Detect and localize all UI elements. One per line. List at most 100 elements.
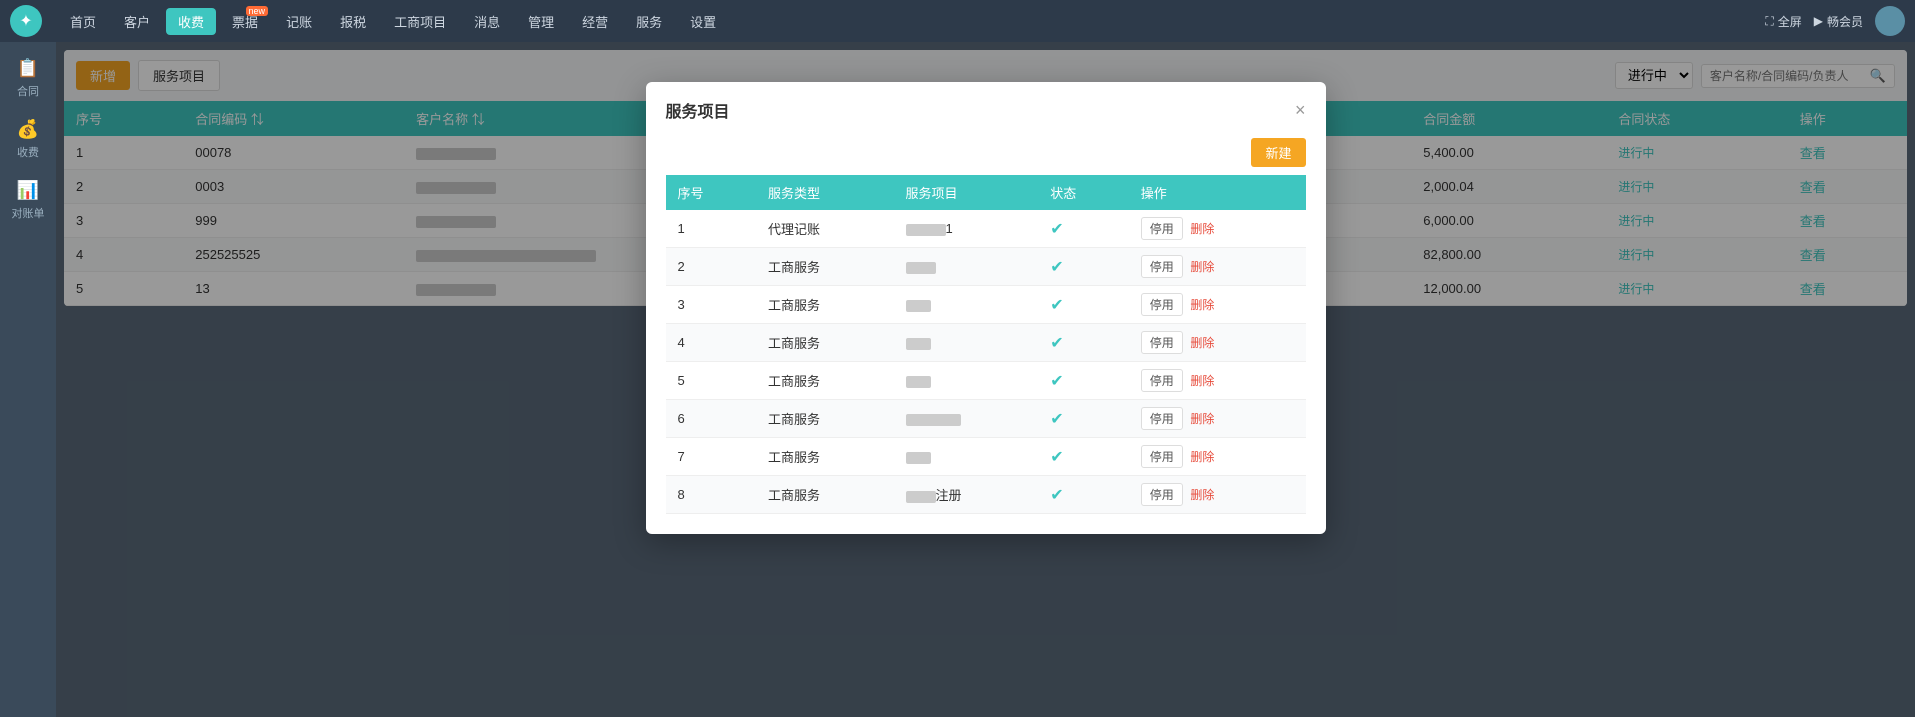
- modal-overlay: 服务项目 × 新建 序号 服务类型 服务项目 状态: [56, 42, 1915, 717]
- modal-new-button[interactable]: 新建: [1251, 138, 1305, 167]
- modal-cell-status: ✔: [1038, 438, 1128, 476]
- delete-button[interactable]: 删除: [1190, 374, 1214, 388]
- sidebar-item-fee[interactable]: 💰 收费: [0, 111, 56, 168]
- nav-item-bill[interactable]: 票据 new: [220, 8, 270, 35]
- modal-header: 服务项目 ×: [646, 82, 1326, 130]
- nav-item-home[interactable]: 首页: [58, 8, 108, 35]
- stop-button[interactable]: 停用: [1141, 445, 1183, 468]
- video-icon: ▶: [1814, 14, 1823, 28]
- stop-button[interactable]: 停用: [1141, 255, 1183, 278]
- contract-icon: 📋: [17, 58, 39, 79]
- nav-item-fee[interactable]: 收费: [166, 8, 216, 35]
- modal-body[interactable]: 序号 服务类型 服务项目 状态 操作 1 代理记账 1 ✔ 停用 删除: [646, 175, 1326, 534]
- nav-item-operation[interactable]: 经营: [570, 8, 620, 35]
- stop-button[interactable]: 停用: [1141, 407, 1183, 430]
- modal-cell-actions[interactable]: 停用 删除: [1129, 248, 1306, 286]
- modal-cell-type: 工商服务: [756, 476, 894, 514]
- sidebar-item-reconcile[interactable]: 📊 对账单: [0, 172, 56, 229]
- app-logo: ✦: [10, 5, 42, 37]
- modal-cell-item: 注册: [894, 476, 1039, 514]
- modal-close-button[interactable]: ×: [1295, 101, 1306, 119]
- modal-cell-status: ✔: [1038, 286, 1128, 324]
- modal-cell-type: 工商服务: [756, 324, 894, 362]
- service-modal: 服务项目 × 新建 序号 服务类型 服务项目 状态: [646, 82, 1326, 534]
- list-item: 4 工商服务 ✔ 停用 删除: [666, 324, 1306, 362]
- nav-item-service[interactable]: 服务: [624, 8, 674, 35]
- modal-cell-status: ✔: [1038, 476, 1128, 514]
- list-item: 6 工商服务 ✔ 停用 删除: [666, 400, 1306, 438]
- sidebar-item-label: 收费: [17, 144, 39, 160]
- modal-col-seq: 序号: [666, 175, 756, 210]
- delete-button[interactable]: 删除: [1190, 412, 1214, 426]
- delete-button[interactable]: 删除: [1190, 298, 1214, 312]
- modal-cell-type: 工商服务: [756, 438, 894, 476]
- modal-cell-actions[interactable]: 停用 删除: [1129, 438, 1306, 476]
- list-item: 3 工商服务 ✔ 停用 删除: [666, 286, 1306, 324]
- modal-cell-status: ✔: [1038, 248, 1128, 286]
- modal-cell-actions[interactable]: 停用 删除: [1129, 324, 1306, 362]
- modal-cell-actions[interactable]: 停用 删除: [1129, 210, 1306, 248]
- right-actions: ⛶ 全屏 ▶ 畅会员: [1765, 6, 1905, 36]
- delete-button[interactable]: 删除: [1190, 450, 1214, 464]
- nav-item-message[interactable]: 消息: [462, 8, 512, 35]
- delete-button[interactable]: 删除: [1190, 336, 1214, 350]
- member-btn[interactable]: ▶ 畅会员: [1814, 13, 1863, 30]
- reconcile-icon: 📊: [17, 180, 39, 201]
- modal-cell-item: [894, 324, 1039, 362]
- modal-cell-type: 工商服务: [756, 286, 894, 324]
- modal-cell-seq: 4: [666, 324, 756, 362]
- sidebar-item-contract[interactable]: 📋 合同: [0, 50, 56, 107]
- left-sidebar: 📋 合同 💰 收费 📊 对账单: [0, 42, 56, 717]
- stop-button[interactable]: 停用: [1141, 369, 1183, 392]
- main-layout: 📋 合同 💰 收费 📊 对账单 新增 服务项目 进行中 已完成 已终止: [0, 42, 1915, 717]
- modal-col-status: 状态: [1038, 175, 1128, 210]
- modal-cell-status: ✔: [1038, 362, 1128, 400]
- nav-item-bookkeeping[interactable]: 记账: [274, 8, 324, 35]
- service-table: 序号 服务类型 服务项目 状态 操作 1 代理记账 1 ✔ 停用 删除: [666, 175, 1306, 514]
- modal-cell-item: 1: [894, 210, 1039, 248]
- new-badge: new: [246, 6, 269, 16]
- modal-cell-type: 工商服务: [756, 400, 894, 438]
- modal-title: 服务项目: [666, 98, 730, 122]
- modal-cell-type: 工商服务: [756, 362, 894, 400]
- list-item: 8 工商服务 注册 ✔ 停用 删除: [666, 476, 1306, 514]
- delete-button[interactable]: 删除: [1190, 260, 1214, 274]
- modal-cell-item: [894, 286, 1039, 324]
- modal-cell-status: ✔: [1038, 400, 1128, 438]
- modal-cell-actions[interactable]: 停用 删除: [1129, 476, 1306, 514]
- modal-cell-actions[interactable]: 停用 删除: [1129, 362, 1306, 400]
- modal-col-item: 服务项目: [894, 175, 1039, 210]
- stop-button[interactable]: 停用: [1141, 331, 1183, 354]
- list-item: 2 工商服务 ✔ 停用 删除: [666, 248, 1306, 286]
- nav-items: 首页 客户 收费 票据 new 记账 报税 工商项目 消息 管理 经营 服务 设…: [58, 8, 1765, 35]
- modal-cell-item: [894, 362, 1039, 400]
- list-item: 7 工商服务 ✔ 停用 删除: [666, 438, 1306, 476]
- nav-item-client[interactable]: 客户: [112, 8, 162, 35]
- modal-cell-seq: 1: [666, 210, 756, 248]
- modal-col-action: 操作: [1129, 175, 1306, 210]
- modal-cell-seq: 5: [666, 362, 756, 400]
- nav-item-settings[interactable]: 设置: [678, 8, 728, 35]
- delete-button[interactable]: 删除: [1190, 222, 1214, 236]
- nav-item-industry[interactable]: 工商项目: [382, 8, 458, 35]
- modal-cell-seq: 3: [666, 286, 756, 324]
- modal-cell-status: ✔: [1038, 210, 1128, 248]
- modal-cell-actions[interactable]: 停用 删除: [1129, 400, 1306, 438]
- modal-cell-seq: 8: [666, 476, 756, 514]
- user-avatar[interactable]: [1875, 6, 1905, 36]
- stop-button[interactable]: 停用: [1141, 217, 1183, 240]
- modal-toolbar: 新建: [646, 130, 1326, 175]
- list-item: 1 代理记账 1 ✔ 停用 删除: [666, 210, 1306, 248]
- top-nav: ✦ 首页 客户 收费 票据 new 记账 报税 工商项目 消息 管理 经营 服务…: [0, 0, 1915, 42]
- modal-cell-seq: 7: [666, 438, 756, 476]
- modal-cell-status: ✔: [1038, 324, 1128, 362]
- delete-button[interactable]: 删除: [1190, 488, 1214, 502]
- nav-item-tax[interactable]: 报税: [328, 8, 378, 35]
- nav-item-manage[interactable]: 管理: [516, 8, 566, 35]
- stop-button[interactable]: 停用: [1141, 483, 1183, 506]
- modal-cell-seq: 6: [666, 400, 756, 438]
- stop-button[interactable]: 停用: [1141, 293, 1183, 316]
- modal-cell-actions[interactable]: 停用 删除: [1129, 286, 1306, 324]
- modal-cell-type: 代理记账: [756, 210, 894, 248]
- fullscreen-btn[interactable]: ⛶ 全屏: [1765, 13, 1801, 30]
